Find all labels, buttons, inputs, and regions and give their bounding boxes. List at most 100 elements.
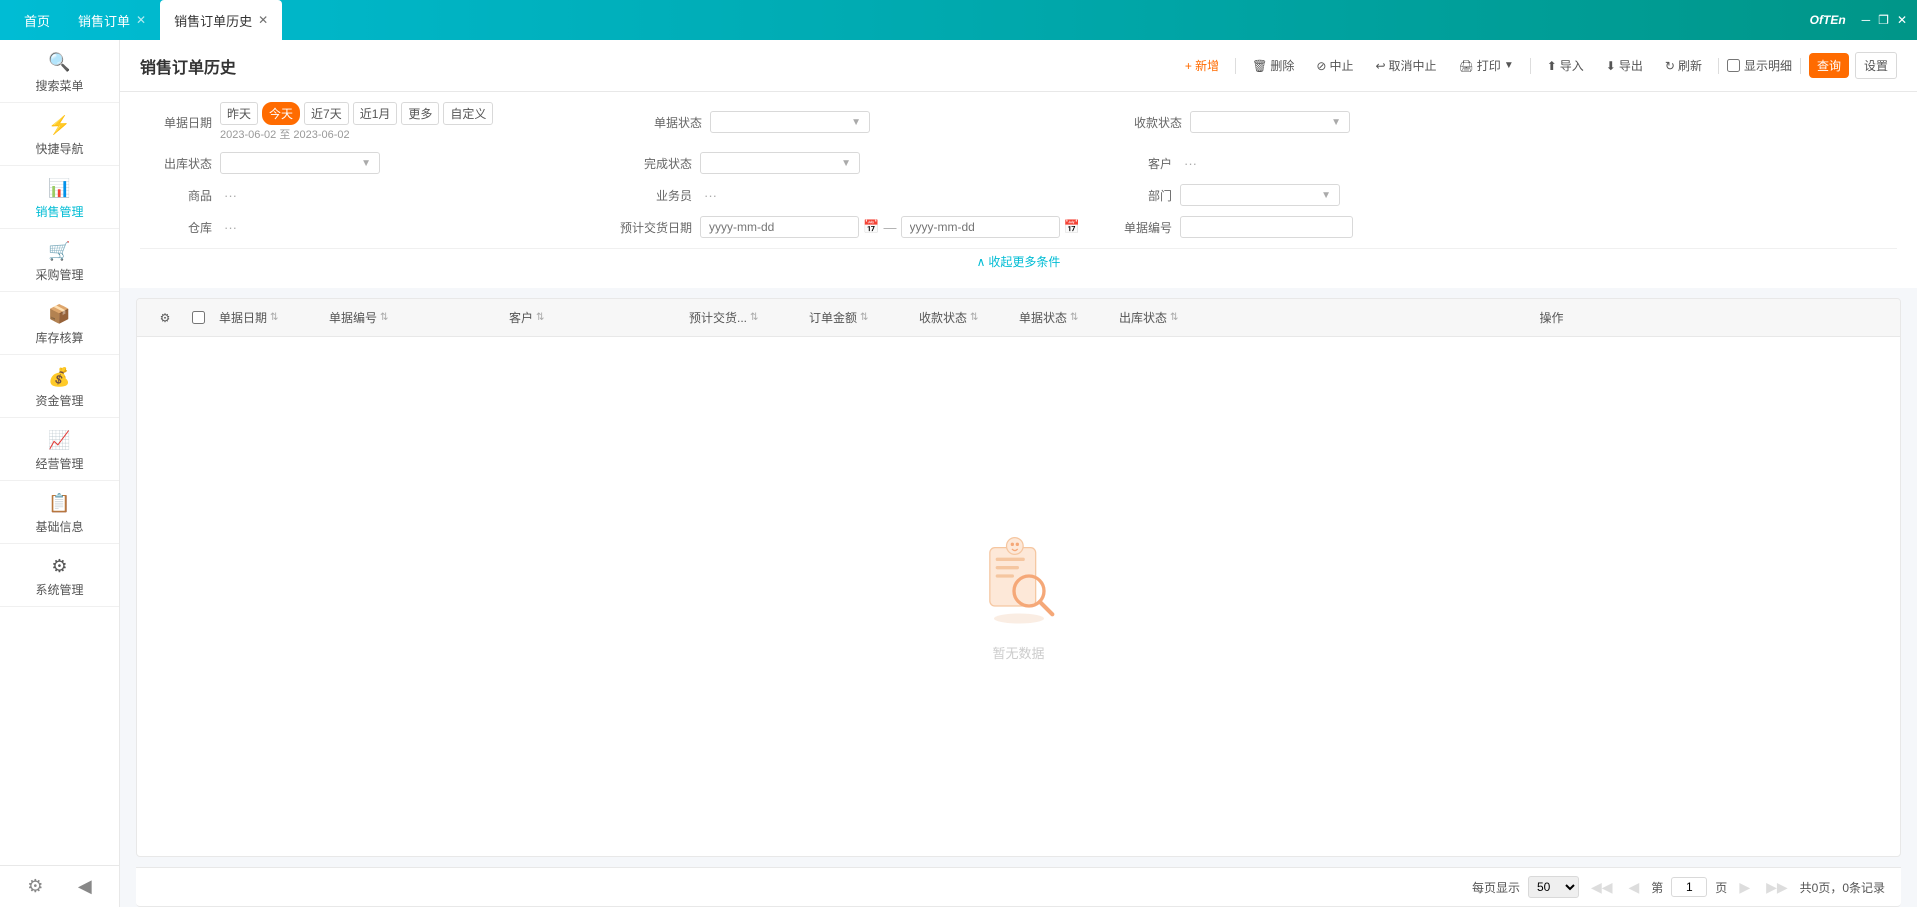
empty-illustration [969, 531, 1069, 631]
toolbar-sep-3 [1718, 58, 1719, 74]
sidebar-item-purchase-mgmt[interactable]: 🛒 采购管理 [0, 229, 119, 292]
toolbar: + 新增 🗑 删除 ⊘ 中止 ↩ 取消中止 🖨 [1177, 52, 1897, 79]
page-title-row: 销售订单历史 + 新增 🗑 删除 ⊘ 中止 ↩ 取消中止 [140, 52, 1897, 79]
date-range-separator: — [884, 220, 897, 235]
payment-status-control: ▼ [1190, 111, 1570, 133]
close-sales-order-tab-icon[interactable]: ✕ [136, 13, 146, 27]
refresh-button[interactable]: ↻ 刷新 [1657, 53, 1710, 78]
date-btn-7days[interactable]: 近7天 [304, 102, 349, 125]
th-outstock: 出库状态 ⇅ [1113, 309, 1213, 326]
sidebar-settings-icon[interactable]: ⚙ [27, 876, 43, 897]
department-arrow-icon: ▼ [1321, 190, 1331, 201]
sidebar-item-operations-mgmt[interactable]: 📈 经营管理 [0, 418, 119, 481]
filter-row-4: 仓库 ··· 预计交货日期 📅 — 📅 单据编号 [140, 216, 1897, 238]
calendar-end-icon[interactable]: 📅 [1064, 219, 1080, 235]
department-select[interactable]: ▼ [1180, 184, 1340, 206]
cancel-stop-button[interactable]: ↩ 取消中止 [1367, 53, 1444, 78]
payment-sort-icon[interactable]: ⇅ [970, 312, 978, 323]
last-page-button[interactable]: ▶▶ [1762, 877, 1792, 898]
outstock-select[interactable]: ▼ [220, 152, 380, 174]
stop-button[interactable]: ⊘ 中止 [1308, 53, 1361, 78]
th-action: 操作 [1213, 309, 1890, 326]
customer-control: ··· [1180, 156, 1560, 171]
amount-sort-icon[interactable]: ⇅ [860, 312, 868, 323]
department-label: 部门 [1100, 187, 1180, 204]
date-btn-custom[interactable]: 自定义 [443, 102, 493, 125]
prev-page-button[interactable]: ◀ [1625, 877, 1644, 898]
date-btn-more[interactable]: 更多 [401, 102, 439, 125]
minimize-button[interactable]: ─ [1862, 13, 1871, 27]
delivery-date-end-input[interactable] [901, 216, 1060, 238]
outstock-sort-icon[interactable]: ⇅ [1170, 312, 1178, 323]
collapse-up-icon: ∧ [977, 255, 986, 269]
date-filter-control: 昨天 今天 近7天 近1月 更多 自定义 2023-06-02 至 2023-0… [220, 102, 600, 142]
tab-home[interactable]: 首页 [10, 0, 64, 40]
delete-button[interactable]: 🗑 删除 [1244, 53, 1302, 78]
payment-status-select[interactable]: ▼ [1190, 111, 1350, 133]
product-control: ··· [220, 188, 600, 203]
date-btn-yesterday[interactable]: 昨天 [220, 102, 258, 125]
display-toggle-checkbox[interactable] [1727, 59, 1740, 72]
complete-select[interactable]: ▼ [700, 152, 860, 174]
calendar-start-icon[interactable]: 📅 [863, 219, 879, 235]
delivery-date-label: 预计交货日期 [620, 219, 700, 236]
first-page-button[interactable]: ◀◀ [1587, 877, 1617, 898]
import-button[interactable]: ⬆ 导入 [1539, 53, 1592, 78]
sidebar-item-quick-nav[interactable]: ⚡ 快捷导航 [0, 103, 119, 166]
close-history-tab-icon[interactable]: ✕ [258, 13, 268, 27]
restore-button[interactable]: ❐ [1878, 13, 1889, 27]
query-button[interactable]: 查询 [1809, 53, 1849, 78]
select-all-checkbox[interactable] [192, 311, 205, 324]
date-btn-1month[interactable]: 近1月 [353, 102, 398, 125]
sidebar-item-inventory-check[interactable]: 📦 库存核算 [0, 292, 119, 355]
outstock-arrow-icon: ▼ [361, 158, 371, 169]
th-settings[interactable]: ⚙ [147, 311, 183, 325]
warehouse-ellipsis-icon[interactable]: ··· [224, 220, 237, 235]
new-button[interactable]: + 新增 [1177, 53, 1227, 78]
top-bar: 首页 销售订单 ✕ 销售订单历史 ✕ OfTEn ─ ❐ ✕ [0, 0, 1917, 40]
sidebar-item-finance-mgmt[interactable]: 💰 资金管理 [0, 355, 119, 418]
bill-status-arrow-icon: ▼ [851, 117, 861, 128]
bill-status-select[interactable]: ▼ [710, 111, 870, 133]
inventory-check-icon: 📦 [48, 304, 70, 325]
customer-sort-icon[interactable]: ⇅ [536, 312, 544, 323]
tab-sales-order-history[interactable]: 销售订单历史 ✕ [160, 0, 282, 40]
sidebar-item-basic-info[interactable]: 📋 基础信息 [0, 481, 119, 544]
display-toggle-label[interactable]: 显示明细 [1727, 57, 1792, 74]
sidebar-collapse-icon[interactable]: ◀ [78, 876, 92, 897]
date-label: 单据日期 [140, 114, 220, 131]
sidebar-item-search-menu[interactable]: 🔍 搜索菜单 [0, 40, 119, 103]
operations-mgmt-icon: 📈 [48, 430, 70, 451]
sales-mgmt-icon: 📊 [48, 178, 70, 199]
tab-sales-order[interactable]: 销售订单 ✕ [64, 0, 160, 40]
date-sort-icon[interactable]: ⇅ [270, 312, 278, 323]
page-size-select[interactable]: 50 10 20 100 [1528, 876, 1579, 898]
product-ellipsis-icon[interactable]: ··· [224, 188, 237, 203]
customer-ellipsis-icon[interactable]: ··· [1184, 156, 1197, 171]
settings-btn[interactable]: 设置 [1855, 52, 1897, 79]
brand-label: OfTEn [1810, 13, 1846, 27]
sidebar-label-operations-mgmt: 经营管理 [35, 455, 83, 472]
print-button[interactable]: 🖨 打印 ▼ [1451, 53, 1522, 78]
sidebar-label-finance-mgmt: 资金管理 [35, 392, 83, 409]
status-sort-icon[interactable]: ⇅ [1070, 312, 1078, 323]
billno-sort-icon[interactable]: ⇅ [380, 312, 388, 323]
delivery-sort-icon[interactable]: ⇅ [750, 312, 758, 323]
bill-number-input[interactable] [1180, 216, 1353, 238]
sidebar-label-quick-nav: 快捷导航 [35, 140, 83, 157]
close-button[interactable]: ✕ [1897, 13, 1907, 27]
sidebar: 🔍 搜索菜单 ⚡ 快捷导航 📊 销售管理 🛒 采购管理 📦 库存核算 💰 资金管… [0, 40, 120, 907]
settings-icon: ⚙ [160, 311, 171, 325]
next-page-button[interactable]: ▶ [1735, 877, 1754, 898]
date-btn-today[interactable]: 今天 [262, 102, 300, 125]
collapse-button[interactable]: ∧ 收起更多条件 [977, 253, 1061, 270]
delivery-date-start-input[interactable] [700, 216, 859, 238]
th-checkbox[interactable] [183, 311, 213, 324]
sidebar-item-sales-mgmt[interactable]: 📊 销售管理 [0, 166, 119, 229]
page-number-input[interactable] [1671, 877, 1707, 897]
salesman-ellipsis-icon[interactable]: ··· [704, 188, 717, 203]
export-button[interactable]: ⬇ 导出 [1598, 53, 1651, 78]
toolbar-sep-2 [1530, 58, 1531, 74]
toolbar-sep-1 [1235, 58, 1236, 74]
sidebar-item-system-mgmt[interactable]: ⚙ 系统管理 [0, 544, 119, 607]
